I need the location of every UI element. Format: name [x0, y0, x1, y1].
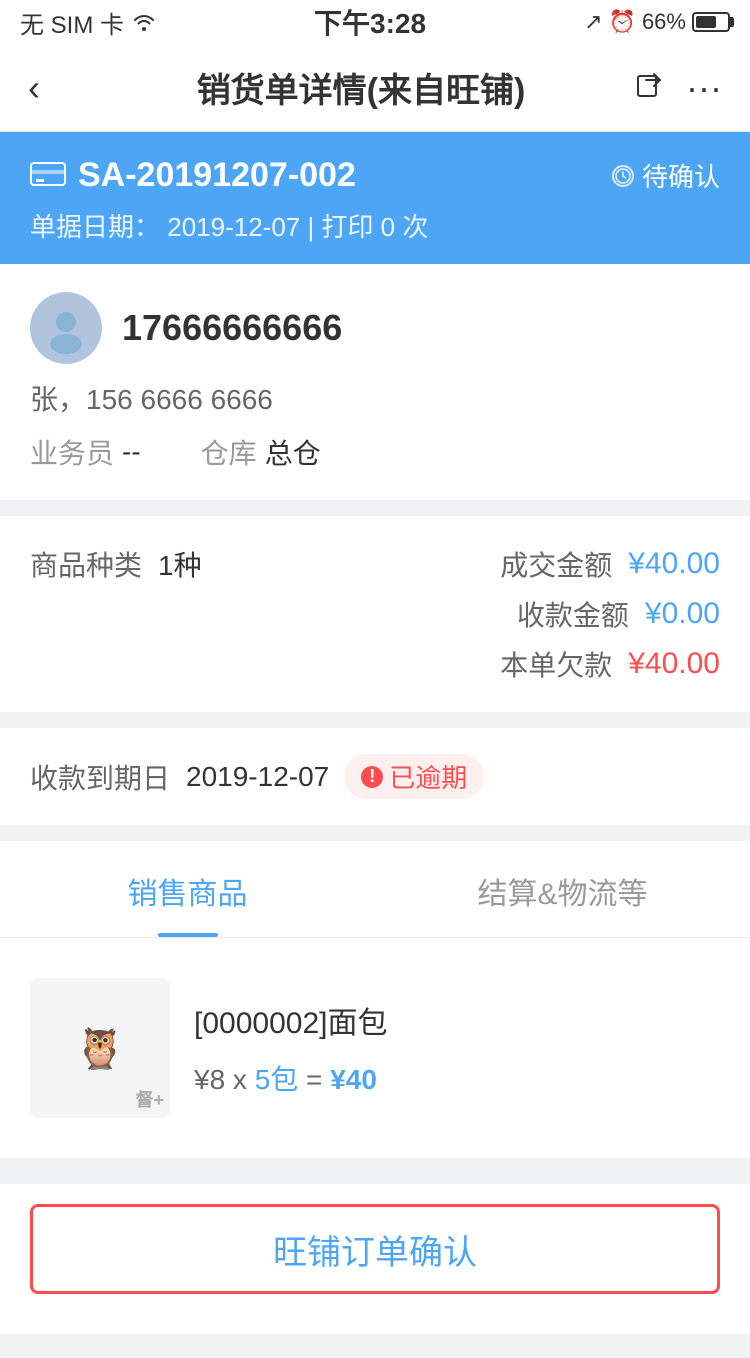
amount-row: 成交金额 ¥40.00	[500, 544, 720, 584]
tab-sales-products[interactable]: 销售商品	[0, 841, 375, 937]
battery-label: 66%	[642, 9, 686, 35]
customer-row: 17666666666	[30, 292, 720, 364]
status-bar: 无 SIM 卡 下午3:28 ↗ ⏰ 66%	[0, 0, 750, 44]
kind-value: 1种	[158, 544, 202, 584]
product-thumbnail: 🦉 督+	[30, 978, 170, 1118]
status-bar-left: 无 SIM 卡	[20, 5, 156, 40]
warehouse-meta: 仓库 总仓	[201, 432, 321, 472]
due-date-section: 收款到期日 2019-12-07 ! 已逾期	[0, 728, 750, 825]
avatar-icon	[40, 302, 92, 354]
received-row: 收款金额 ¥0.00	[517, 594, 720, 634]
due-label: 收款到期日	[30, 757, 170, 797]
location-icon: ↗	[584, 9, 602, 35]
status-bar-right: ↗ ⏰ 66%	[584, 9, 730, 35]
amount-label: 成交金额	[500, 544, 612, 584]
product-logo-icon: 🦉	[75, 1025, 125, 1072]
amount-value: ¥40.00	[628, 547, 720, 581]
tab-settlement[interactable]: 结算&物流等	[375, 841, 750, 937]
clock-icon	[612, 165, 634, 187]
product-info: [0000002]面包 ¥8 x 5包 = ¥40	[194, 998, 720, 1098]
product-unit-price: ¥8 x	[194, 1064, 255, 1095]
warehouse-label: 仓库	[201, 432, 257, 472]
avatar	[30, 292, 102, 364]
confirm-btn-wrap: 旺铺订单确认	[0, 1184, 750, 1334]
customer-phone: 17666666666	[122, 307, 342, 349]
nav-actions: ···	[634, 67, 722, 109]
customer-meta: 业务员 -- 仓库 总仓	[30, 432, 720, 472]
sales-meta: 业务员 --	[30, 432, 141, 472]
product-price: ¥8 x 5包 = ¥40	[194, 1058, 720, 1098]
sales-value: --	[122, 436, 141, 468]
summary-section: 商品种类 1种 成交金额 ¥40.00 收款金额 ¥0.00 本单欠款 ¥40.…	[0, 516, 750, 712]
order-id: SA-20191207-002	[30, 156, 356, 195]
received-value: ¥0.00	[645, 597, 720, 631]
wifi-icon	[132, 13, 156, 31]
product-logo-text: 督+	[135, 1086, 164, 1112]
received-label: 收款金额	[517, 594, 629, 634]
overdue-icon: !	[361, 766, 383, 788]
sales-label: 业务员	[30, 432, 114, 472]
share-icon[interactable]	[634, 67, 666, 109]
customer-section: 17666666666 张，156 6666 6666 业务员 -- 仓库 总仓	[0, 264, 750, 500]
nav-bar: ‹ 销货单详情(来自旺铺) ···	[0, 44, 750, 132]
status-bar-time: 下午3:28	[314, 2, 426, 42]
order-banner: SA-20191207-002 待确认 单据日期： 2019-12-07 | 打…	[0, 132, 750, 264]
summary-right: 成交金额 ¥40.00 收款金额 ¥0.00 本单欠款 ¥40.00	[500, 544, 720, 684]
order-status: 待确认	[612, 157, 720, 194]
debt-row: 本单欠款 ¥40.00	[500, 644, 720, 684]
page-title: 销货单详情(来自旺铺)	[197, 63, 526, 112]
kind-label: 商品种类	[30, 544, 142, 584]
customer-name: 张，156 6666 6666	[30, 378, 720, 418]
overdue-badge: ! 已逾期	[345, 754, 483, 799]
carrier-label: 无 SIM 卡	[20, 5, 124, 40]
product-total: ¥40	[330, 1064, 377, 1095]
battery-icon	[692, 12, 730, 32]
order-date-row: 单据日期： 2019-12-07 | 打印 0 次	[30, 207, 720, 244]
product-name: [0000002]面包	[194, 998, 720, 1042]
battery-fill	[696, 16, 716, 28]
more-icon[interactable]: ···	[686, 67, 722, 109]
product-qty: 5包	[255, 1064, 299, 1095]
debt-value: ¥40.00	[628, 647, 720, 681]
confirm-order-button[interactable]: 旺铺订单确认	[30, 1204, 720, 1294]
warehouse-value: 总仓	[265, 432, 321, 472]
alarm-icon: ⏰	[609, 9, 636, 35]
summary-left: 商品种类 1种	[30, 544, 500, 584]
product-item: 🦉 督+ [0000002]面包 ¥8 x 5包 = ¥40	[30, 962, 720, 1134]
order-banner-top: SA-20191207-002 待确认	[30, 156, 720, 195]
tabs-header: 销售商品 结算&物流等	[0, 841, 750, 938]
debt-label: 本单欠款	[500, 644, 612, 684]
product-list: 🦉 督+ [0000002]面包 ¥8 x 5包 = ¥40	[0, 938, 750, 1158]
due-date: 2019-12-07	[186, 761, 329, 793]
status-badge: 待确认	[642, 157, 720, 194]
overdue-label: 已逾期	[389, 758, 467, 795]
order-id-icon	[30, 162, 66, 190]
tabs-section: 销售商品 结算&物流等 🦉 督+ [0000002]面包 ¥8 x 5包 = ¥…	[0, 841, 750, 1158]
product-equals: =	[298, 1064, 330, 1095]
back-button[interactable]: ‹	[28, 67, 88, 109]
